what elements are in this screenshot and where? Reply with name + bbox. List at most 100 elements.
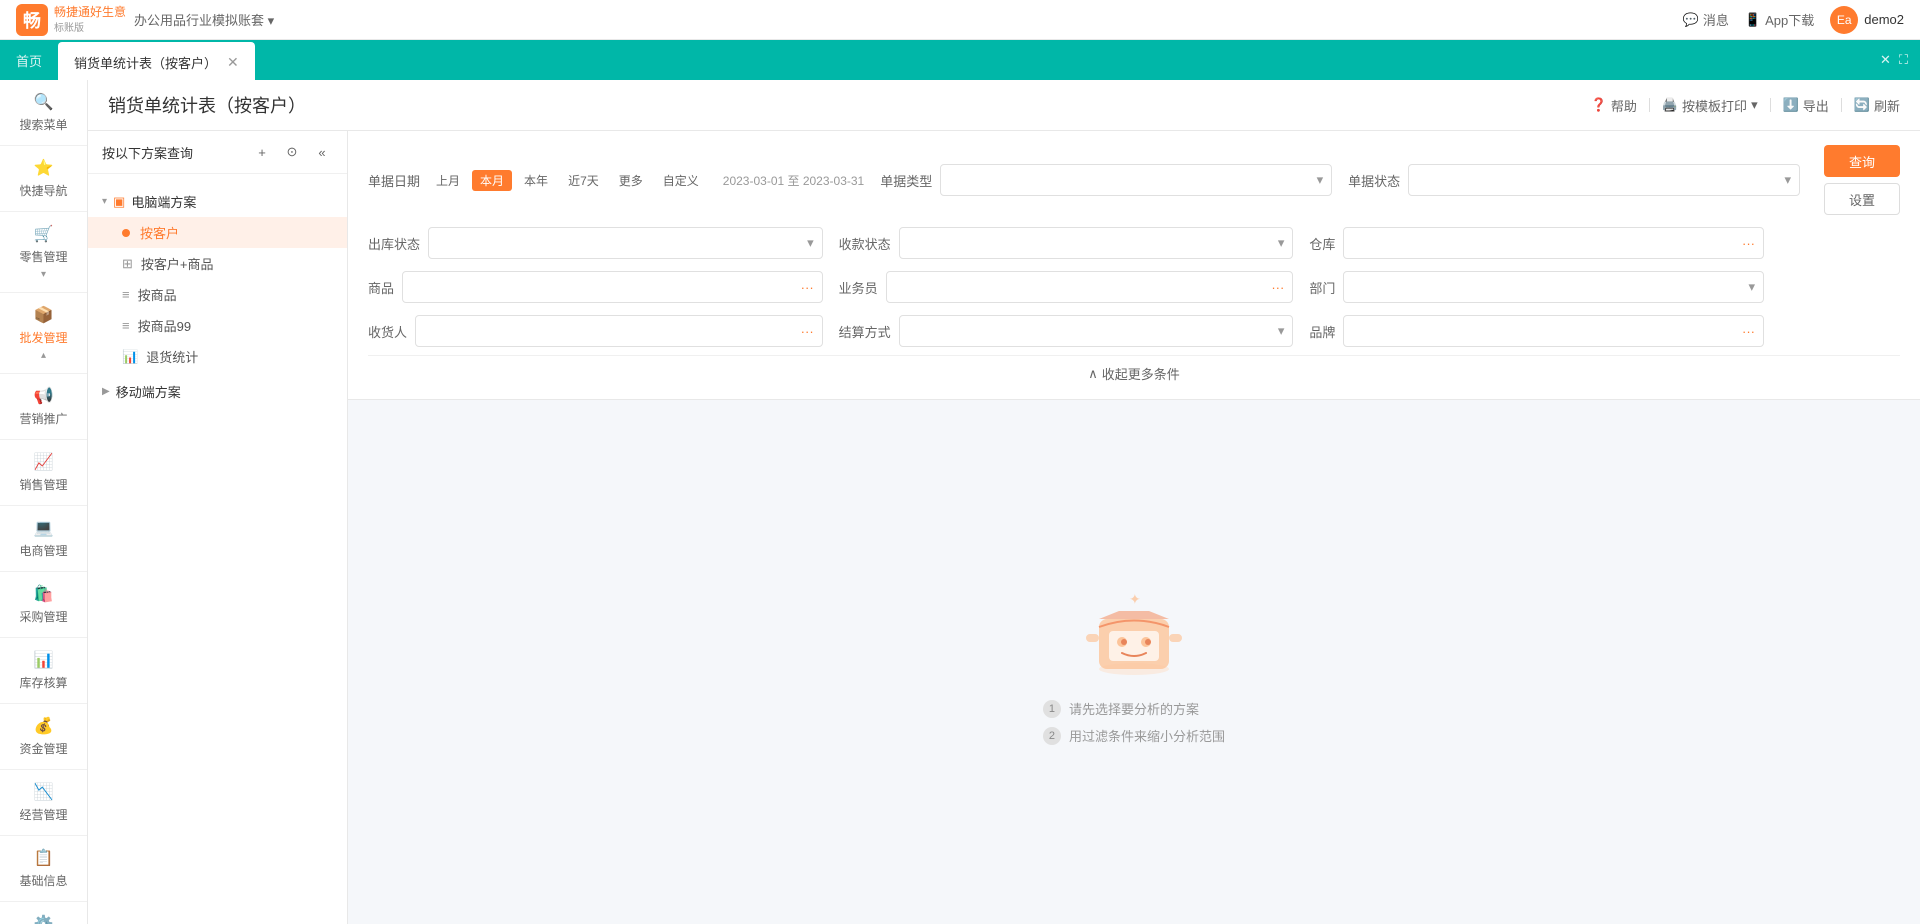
salesperson-filter: 业务员 ···: [839, 271, 1294, 303]
scheme-add-btn[interactable]: +: [251, 141, 273, 163]
dropdown-arrow2-icon: ▾: [1784, 172, 1791, 188]
brand-field[interactable]: [1352, 324, 1742, 339]
sidebar-item-sales[interactable]: 📈 销售管理: [0, 440, 87, 506]
receiver-dots[interactable]: ···: [801, 324, 814, 339]
sidebar-item-business[interactable]: 📉 经营管理: [0, 770, 87, 836]
out-status-field[interactable]: [437, 236, 807, 251]
brand-filter: 品牌 ···: [1309, 315, 1764, 347]
sidebar-item-inventory[interactable]: 📊 库存核算: [0, 638, 87, 704]
settings-button[interactable]: 设置: [1824, 183, 1900, 215]
scheme-item-by-customer-product[interactable]: ⊞ 按客户+商品: [88, 248, 347, 279]
order-type-field[interactable]: [949, 173, 1316, 188]
scheme-edit-btn[interactable]: ⊙: [281, 141, 303, 163]
sidebar-item-retail[interactable]: 🛒 零售管理 ▾: [0, 212, 87, 293]
date-filter: 单据日期 上月 本月 本年 近7天 更多 自定义 2023-03-01 至 20…: [368, 170, 864, 191]
order-status-input[interactable]: ▾: [1408, 164, 1800, 196]
sidebar: 🔍 搜索菜单 ⭐ 快捷导航 🛒 零售管理 ▾ 📦 批发管理 ▴ 📢 营销推广 📈…: [0, 80, 88, 924]
order-type-filter: 单据类型 ▾: [880, 164, 1332, 196]
refresh-btn[interactable]: 🔄 刷新: [1854, 96, 1900, 115]
empty-illustration: ✦: [1074, 579, 1194, 679]
sidebar-item-marketing[interactable]: 📢 营销推广: [0, 374, 87, 440]
department-field[interactable]: [1352, 280, 1748, 295]
grid-icon: ⊞: [122, 256, 133, 272]
date-tab-custom[interactable]: 自定义: [655, 170, 707, 191]
brand-input[interactable]: ···: [1343, 315, 1764, 347]
collapse-bar[interactable]: ∧ 收起更多条件: [368, 355, 1900, 391]
order-type-input[interactable]: ▾: [940, 164, 1332, 196]
date-tab-this-month[interactable]: 本月: [472, 170, 512, 191]
user-profile[interactable]: Ea demo2: [1830, 6, 1904, 34]
app-download-btn[interactable]: 📱 App下载: [1745, 10, 1814, 29]
scheme-item-return-stats[interactable]: 📊 退货统计: [88, 341, 347, 372]
salesperson-input[interactable]: ···: [886, 271, 1294, 303]
collect-status-input[interactable]: ▾: [899, 227, 1294, 259]
sidebar-item-search[interactable]: 🔍 搜索菜单: [0, 80, 87, 146]
svg-text:✦: ✦: [1129, 591, 1141, 607]
brand-label: 品牌: [1309, 322, 1335, 341]
product-input[interactable]: ···: [402, 271, 823, 303]
sidebar-item-shortcuts[interactable]: ⭐ 快捷导航: [0, 146, 87, 212]
print-btn[interactable]: 🖨️ 按模板打印 ▾: [1662, 96, 1758, 115]
system-icon: ⚙️: [34, 914, 54, 924]
warehouse-field[interactable]: [1352, 236, 1742, 251]
two-panel: 按以下方案查询 + ⊙ «: [88, 131, 1920, 924]
export-btn[interactable]: ⬇️ 导出: [1783, 96, 1829, 115]
warehouse-dots[interactable]: ···: [1742, 236, 1755, 251]
tab-close-btn[interactable]: ✕: [227, 54, 239, 71]
sidebar-item-ecommerce[interactable]: 💻 电商管理: [0, 506, 87, 572]
sidebar-item-wholesale[interactable]: 📦 批发管理 ▴: [0, 293, 87, 374]
receiver-field[interactable]: [424, 324, 801, 339]
settlement-field[interactable]: [908, 324, 1278, 339]
scheme-item-by-product[interactable]: ≡ 按商品: [88, 279, 347, 310]
product-dots[interactable]: ···: [801, 280, 814, 295]
search-icon: 🔍: [34, 92, 54, 112]
date-tab-more[interactable]: 更多: [611, 170, 651, 191]
date-tab-last-month[interactable]: 上月: [428, 170, 468, 191]
brand-dots[interactable]: ···: [1742, 324, 1755, 339]
close-window-icon[interactable]: ✕: [1880, 52, 1891, 68]
industry-selector[interactable]: 办公用品行业模拟账套 ▾: [134, 10, 274, 29]
salesperson-field[interactable]: [895, 280, 1272, 295]
filter-row-3: 商品 ··· 业务员 ···: [368, 271, 1900, 303]
divider: [1649, 98, 1650, 112]
collect-dropdown-icon: ▾: [1278, 235, 1285, 251]
query-button[interactable]: 查询: [1824, 145, 1900, 177]
sales-icon: 📈: [34, 452, 54, 472]
scheme-item-by-product99[interactable]: ≡ 按商品99: [88, 310, 347, 341]
pc-group-title[interactable]: ▾ ▣ 电脑端方案: [88, 186, 347, 217]
sidebar-item-basic-info[interactable]: 📋 基础信息: [0, 836, 87, 902]
scheme-collapse-btn[interactable]: «: [311, 141, 333, 163]
sidebar-item-purchase[interactable]: 🛍️ 采购管理: [0, 572, 87, 638]
dropdown-arrow-icon: ▾: [1317, 172, 1324, 188]
salesperson-dots[interactable]: ···: [1271, 280, 1284, 295]
collect-status-filter: 收款状态 ▾: [839, 227, 1294, 259]
out-status-input[interactable]: ▾: [428, 227, 823, 259]
department-input[interactable]: ▾: [1343, 271, 1764, 303]
tab-sales-stats[interactable]: 销货单统计表（按客户） ✕: [58, 42, 255, 82]
tab-controls: ✕ ⛶: [1880, 52, 1920, 68]
scheme-panel: 按以下方案查询 + ⊙ «: [88, 131, 348, 924]
collect-status-field[interactable]: [908, 236, 1278, 251]
filter-row-4: 收货人 ··· 结算方式 ▾: [368, 315, 1900, 347]
settlement-input[interactable]: ▾: [899, 315, 1294, 347]
receiver-filter: 收货人 ···: [368, 315, 823, 347]
help-btn[interactable]: ❓ 帮助: [1591, 96, 1637, 115]
date-tab-7days[interactable]: 近7天: [560, 170, 607, 191]
order-status-field[interactable]: [1417, 173, 1784, 188]
logo-icon: 畅: [16, 4, 48, 36]
warehouse-label: 仓库: [1309, 234, 1335, 253]
maximize-window-icon[interactable]: ⛶: [1899, 52, 1908, 68]
pc-scheme-group: ▾ ▣ 电脑端方案 按客户 ⊞ 按客户+商品: [88, 182, 347, 376]
sidebar-item-system[interactable]: ⚙️ 系统管理: [0, 902, 87, 924]
filter-row-2: 出库状态 ▾ 收款状态 ▾: [368, 227, 1900, 259]
divider2: [1770, 98, 1771, 112]
sidebar-item-finance[interactable]: 💰 资金管理: [0, 704, 87, 770]
scheme-item-by-customer[interactable]: 按客户: [88, 217, 347, 248]
mobile-scheme-group[interactable]: ▶ 移动端方案: [88, 376, 347, 407]
message-btn[interactable]: 💬 消息: [1683, 10, 1729, 29]
tab-home[interactable]: 首页: [0, 40, 58, 80]
receiver-input[interactable]: ···: [415, 315, 823, 347]
product-field[interactable]: [411, 280, 801, 295]
date-tab-this-year[interactable]: 本年: [516, 170, 556, 191]
warehouse-input[interactable]: ···: [1343, 227, 1764, 259]
